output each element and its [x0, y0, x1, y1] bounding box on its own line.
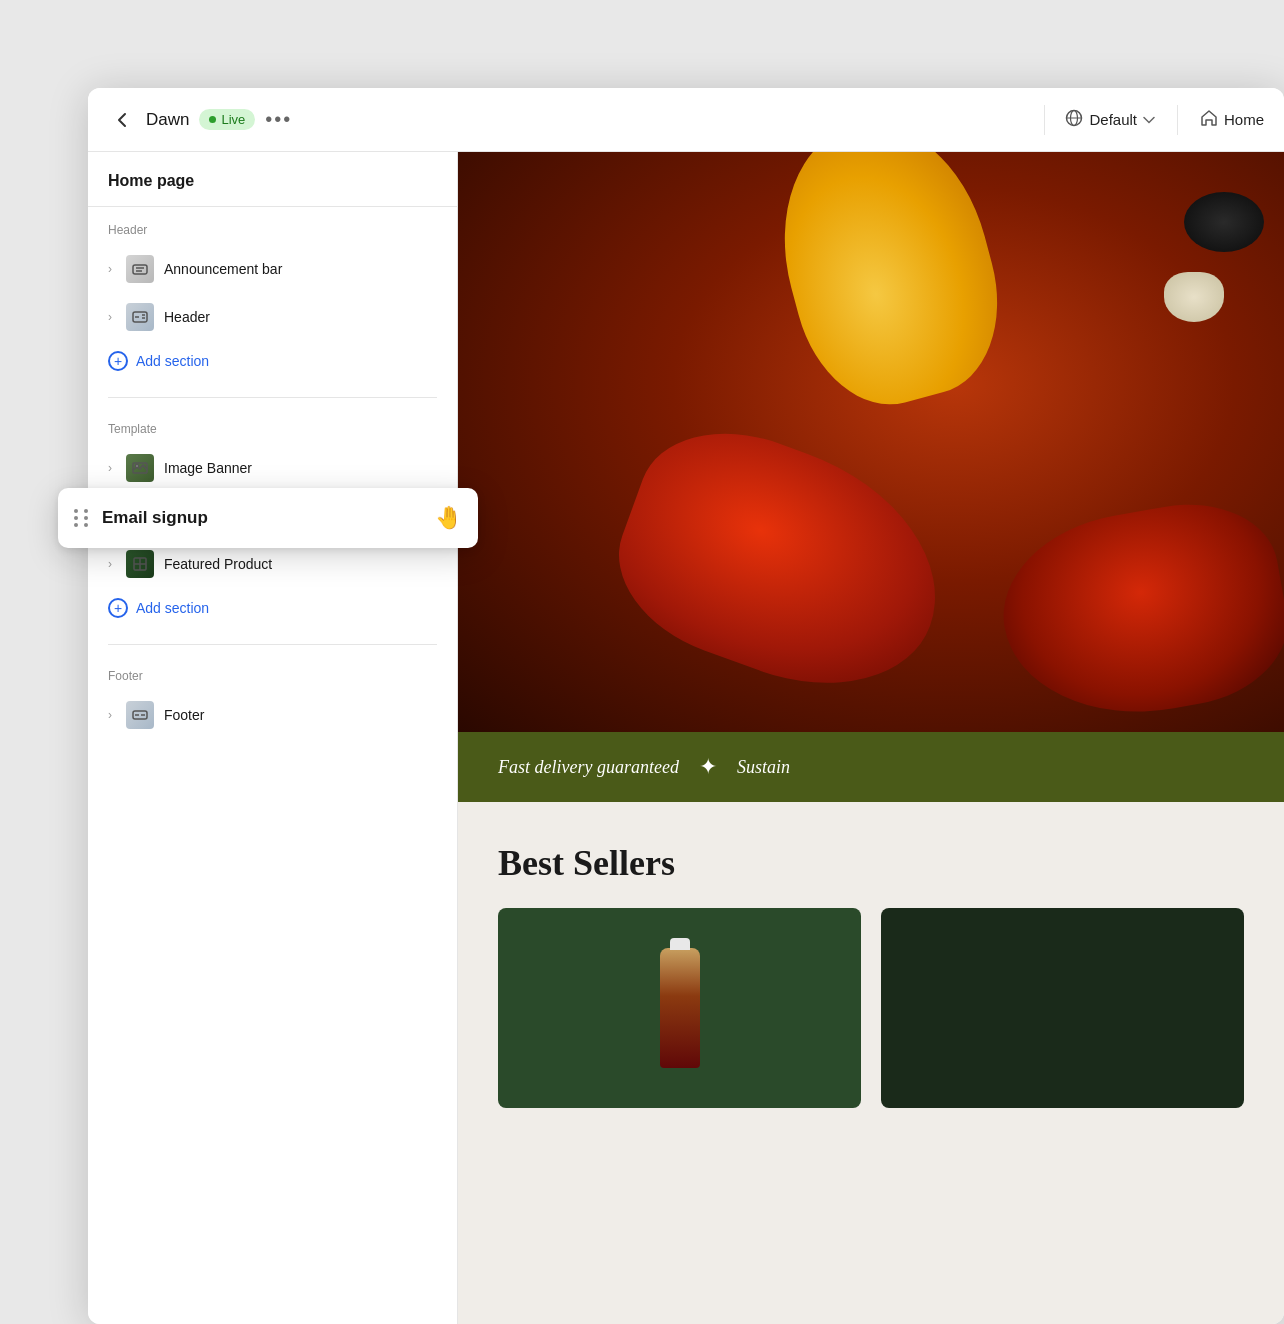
featured-product-icon: [126, 550, 154, 578]
default-label[interactable]: Default: [1089, 111, 1137, 128]
sidebar-item-header[interactable]: › Header: [88, 293, 457, 341]
home-icon: [1200, 109, 1218, 131]
dragged-email-signup[interactable]: Email signup 🤚: [58, 488, 478, 548]
pepper-dark: [1184, 192, 1264, 252]
globe-icon: [1065, 109, 1083, 131]
drag-dot-1: [74, 509, 78, 513]
header-icon: [126, 303, 154, 331]
chevron-down-icon: [1143, 113, 1155, 127]
drag-dot-3: [74, 516, 78, 520]
image-banner-label: Image Banner: [164, 460, 252, 476]
add-circle-icon-2: +: [108, 598, 128, 618]
divider-1: [108, 397, 437, 398]
topbar-left: Dawn Live •••: [108, 106, 1032, 134]
sidebar-item-footer[interactable]: › Footer: [88, 691, 457, 739]
product-grid: [498, 908, 1244, 1108]
product-image-2: [881, 908, 1244, 1108]
chevron-right-icon-5: ›: [108, 557, 112, 571]
more-button[interactable]: •••: [265, 108, 292, 131]
topbar-divider: [1177, 105, 1178, 135]
footer-icon: [126, 701, 154, 729]
chevron-right-icon: ›: [108, 262, 112, 276]
home-label: Home: [1224, 111, 1264, 128]
page-title: Home page: [88, 152, 457, 207]
banner-bar: Fast delivery guaranteed ✦ Sustain: [458, 732, 1284, 802]
best-sellers-section: Best Sellers: [458, 802, 1284, 1324]
preview-scroll: Fast delivery guaranteed ✦ Sustain Best …: [458, 152, 1284, 1324]
product-card-2: [881, 908, 1244, 1108]
template-group-label: Template: [88, 422, 457, 444]
add-section-label-2: Add section: [136, 600, 209, 616]
banner-text-2: Sustain: [737, 757, 790, 778]
hand-cursor-icon: 🤚: [435, 505, 462, 531]
chevron-right-icon-3: ›: [108, 461, 112, 475]
drag-dot-2: [84, 509, 88, 513]
chevron-right-icon-2: ›: [108, 310, 112, 324]
announcement-bar-icon: [126, 255, 154, 283]
announcement-bar-label: Announcement bar: [164, 261, 282, 277]
live-badge: Live: [199, 109, 255, 130]
add-section-label-1: Add section: [136, 353, 209, 369]
header-group: Header › Announcement bar ›: [88, 207, 457, 389]
add-section-button-1[interactable]: + Add section: [88, 341, 457, 381]
header-group-label: Header: [88, 223, 457, 245]
add-circle-icon-1: +: [108, 351, 128, 371]
topbar: Dawn Live ••• Default: [88, 88, 1284, 152]
footer-group-label: Footer: [88, 669, 457, 691]
hero-section: [458, 152, 1284, 732]
live-label: Live: [221, 112, 245, 127]
best-sellers-title: Best Sellers: [498, 842, 1244, 884]
image-banner-icon: [126, 454, 154, 482]
topbar-right: Default Home: [1044, 105, 1264, 135]
header-label: Header: [164, 309, 210, 325]
product-image-1: [498, 908, 861, 1108]
back-icon[interactable]: [108, 106, 136, 134]
footer-label: Footer: [164, 707, 204, 723]
featured-product-label: Featured Product: [164, 556, 272, 572]
svg-rect-3: [133, 265, 147, 274]
theme-name: Dawn: [146, 110, 189, 130]
bottle-cap-1: [670, 938, 690, 950]
drag-dot-4: [84, 516, 88, 520]
live-dot: [209, 116, 216, 123]
banner-star: ✦: [699, 754, 717, 780]
add-section-button-2[interactable]: + Add section: [88, 588, 457, 628]
banner-text-1: Fast delivery guaranteed: [498, 757, 679, 778]
sidebar-item-announcement-bar[interactable]: › Announcement bar: [88, 245, 457, 293]
footer-group: Footer › Footer: [88, 653, 457, 747]
chevron-right-icon-6: ›: [108, 708, 112, 722]
product-card-1: [498, 908, 861, 1108]
bottle-shape-1: [660, 948, 700, 1068]
drag-dot-5: [74, 523, 78, 527]
divider-2: [108, 644, 437, 645]
sidebar-item-image-banner[interactable]: › Image Banner: [88, 444, 457, 492]
preview-area: Fast delivery guaranteed ✦ Sustain Best …: [458, 152, 1284, 1324]
drag-handle: [74, 509, 90, 527]
svg-point-11: [136, 465, 139, 468]
garlic: [1164, 272, 1224, 322]
main-area: Home page Header › Announcement bar: [88, 152, 1284, 1324]
sidebar: Home page Header › Announcement bar: [88, 152, 458, 1324]
drag-dot-6: [84, 523, 88, 527]
dragged-label: Email signup: [102, 508, 415, 528]
